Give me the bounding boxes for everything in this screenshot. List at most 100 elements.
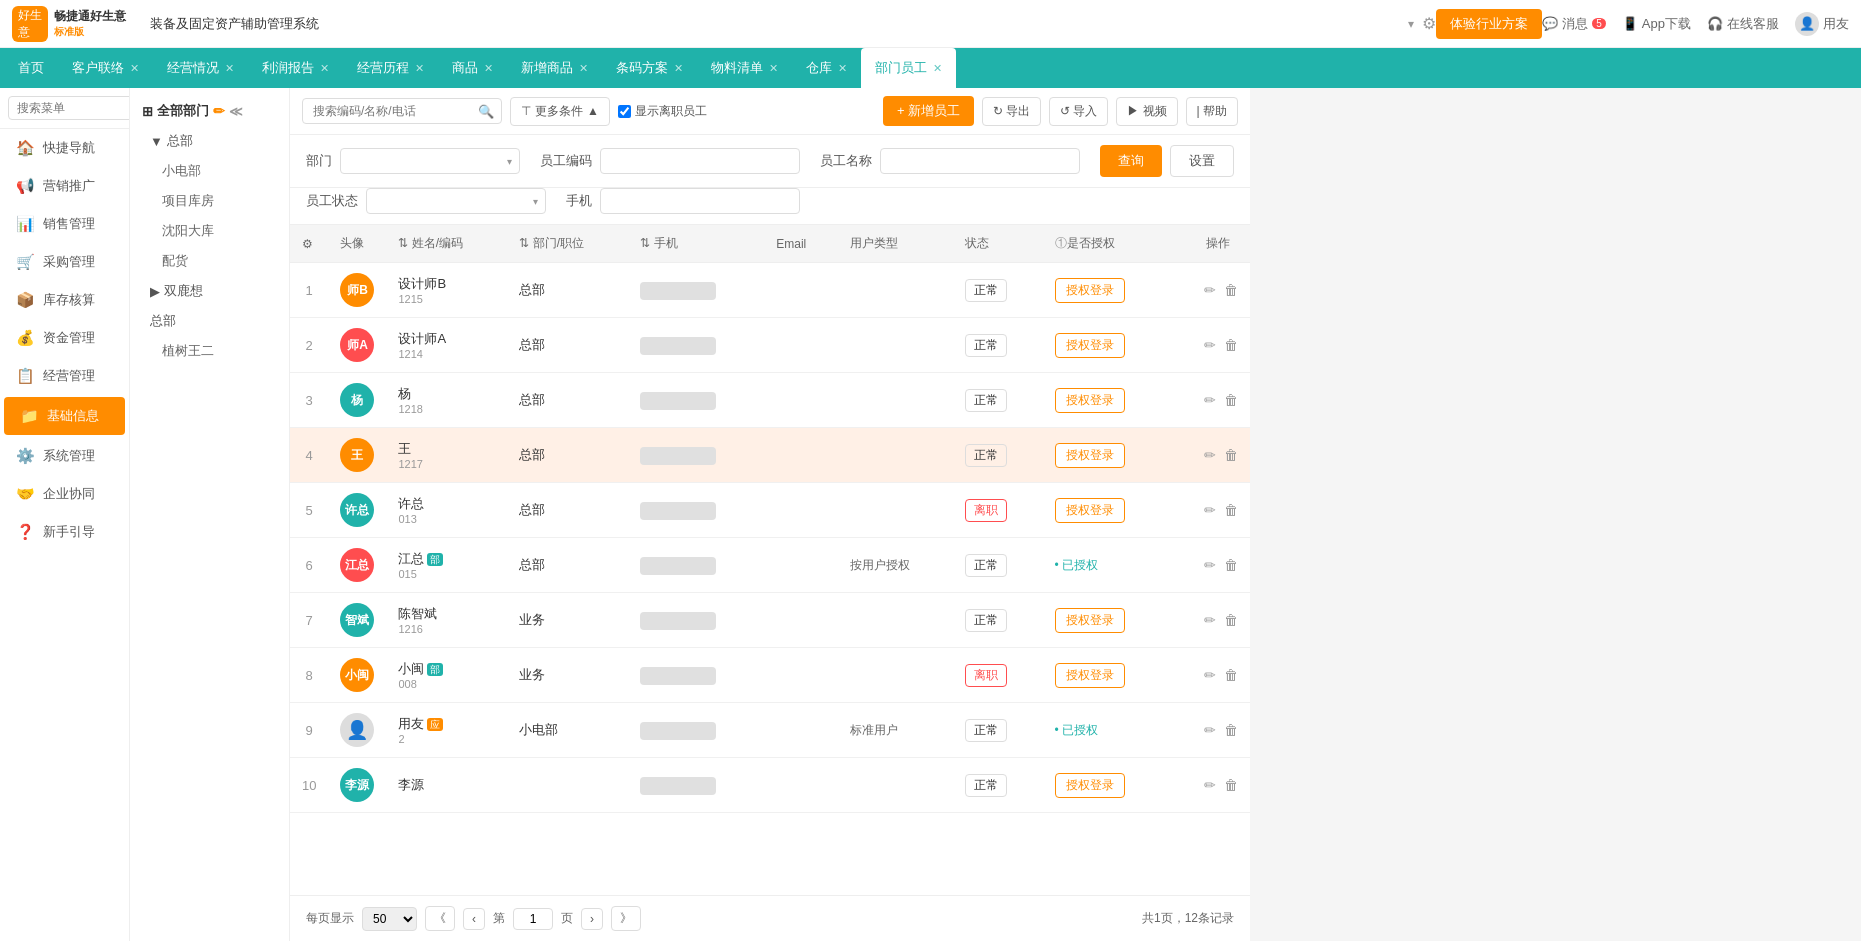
user-menu[interactable]: 👤 用友 [1795, 12, 1849, 36]
app-download-btn[interactable]: 📱 App下载 [1622, 15, 1691, 33]
edit-icon[interactable]: ✏ [1204, 557, 1216, 573]
page-size-select[interactable]: 50 100 200 [362, 907, 417, 931]
last-page-btn[interactable]: 》 [611, 906, 641, 931]
close-icon[interactable]: ✕ [415, 62, 424, 75]
close-icon[interactable]: ✕ [838, 62, 847, 75]
tab-home[interactable]: 首页 [4, 48, 58, 88]
tab-add-product[interactable]: 新增商品 ✕ [507, 48, 602, 88]
edit-icon[interactable]: ✏ [1204, 722, 1216, 738]
export-btn[interactable]: ↻ 导出 [982, 97, 1041, 126]
th-name-code[interactable]: ⇅ 姓名/编码 [386, 225, 507, 263]
auth-btn[interactable]: 授权登录 [1055, 498, 1125, 523]
delete-icon[interactable]: 🗑 [1224, 392, 1238, 408]
page-input[interactable] [513, 908, 553, 930]
edit-icon[interactable]: ✏ [1204, 612, 1216, 628]
name-input[interactable] [880, 148, 1080, 174]
import-btn[interactable]: ↺ 导入 [1049, 97, 1108, 126]
delete-icon[interactable]: 🗑 [1224, 722, 1238, 738]
sidebar-item-purchase[interactable]: 🛒 采购管理 [0, 243, 129, 281]
search-input[interactable] [302, 98, 502, 124]
auth-btn[interactable]: 授权登录 [1055, 773, 1125, 798]
close-icon[interactable]: ✕ [769, 62, 778, 75]
view-btn[interactable]: ▶ 视频 [1116, 97, 1177, 126]
gear-icon[interactable]: ⚙ [1422, 14, 1436, 33]
sidebar-item-system[interactable]: ⚙️ 系统管理 [0, 437, 129, 475]
online-service-btn[interactable]: 🎧 在线客服 [1707, 15, 1779, 33]
delete-icon[interactable]: 🗑 [1224, 667, 1238, 683]
tab-operation[interactable]: 经营情况 ✕ [153, 48, 248, 88]
sidebar-item-basic-info[interactable]: 📁 基础信息 [4, 397, 125, 435]
settings-icon[interactable]: ⚙ [302, 237, 313, 251]
close-icon[interactable]: ✕ [130, 62, 139, 75]
delete-icon[interactable]: 🗑 [1224, 502, 1238, 518]
tab-bom[interactable]: 物料清单 ✕ [697, 48, 792, 88]
edit-icon[interactable]: ✏ [1204, 502, 1216, 518]
help-btn[interactable]: | 帮助 [1186, 97, 1238, 126]
tree-item-project[interactable]: 项目库房 [130, 186, 289, 216]
tab-profit[interactable]: 利润报告 ✕ [248, 48, 343, 88]
th-phone[interactable]: ⇅ 手机 [628, 225, 764, 263]
auth-btn[interactable]: 授权登录 [1055, 443, 1125, 468]
delete-icon[interactable]: 🗑 [1224, 777, 1238, 793]
dept-select[interactable] [340, 148, 520, 174]
edit-icon[interactable]: ✏ [1204, 392, 1216, 408]
collapse-icon[interactable]: ≪ [229, 104, 243, 119]
tab-dept-staff[interactable]: 部门员工 ✕ [861, 48, 956, 88]
add-employee-btn[interactable]: + 新增员工 [883, 96, 974, 126]
sidebar-item-finance[interactable]: 💰 资金管理 [0, 319, 129, 357]
close-icon[interactable]: ✕ [933, 62, 942, 75]
tab-warehouse[interactable]: 仓库 ✕ [792, 48, 861, 88]
sidebar-item-collab[interactable]: 🤝 企业协同 [0, 475, 129, 513]
close-icon[interactable]: ✕ [484, 62, 493, 75]
edit-icon[interactable]: ✏ [1204, 337, 1216, 353]
tree-item-shenyang[interactable]: 沈阳大库 [130, 216, 289, 246]
tree-item-zhishu[interactable]: 植树王二 [130, 336, 289, 366]
sidebar-item-sales[interactable]: 📊 销售管理 [0, 205, 129, 243]
sidebar-search-input[interactable] [8, 96, 130, 120]
tree-item-headquarters[interactable]: 总部 [130, 306, 289, 336]
edit-icon[interactable]: ✏ [213, 103, 225, 119]
show-resigned-checkbox[interactable]: 显示离职员工 [618, 103, 707, 120]
reset-btn[interactable]: 设置 [1170, 145, 1234, 177]
next-page-btn[interactable]: › [581, 908, 603, 930]
sidebar-item-guide[interactable]: ❓ 新手引导 [0, 513, 129, 551]
query-btn[interactable]: 查询 [1100, 145, 1162, 177]
system-dropdown-arrow[interactable]: ▾ [1408, 17, 1414, 31]
delete-icon[interactable]: 🗑 [1224, 337, 1238, 353]
auth-btn[interactable]: 授权登录 [1055, 663, 1125, 688]
close-icon[interactable]: ✕ [674, 62, 683, 75]
edit-icon[interactable]: ✏ [1204, 447, 1216, 463]
tree-item-headquarters-group[interactable]: ▼ 总部 [130, 126, 289, 156]
sidebar-item-quick-nav[interactable]: 🏠 快捷导航 [0, 129, 129, 167]
tree-item-shuanglu[interactable]: ▶ 双鹿想 [130, 276, 289, 306]
edit-icon[interactable]: ✏ [1204, 667, 1216, 683]
tab-products[interactable]: 商品 ✕ [438, 48, 507, 88]
auth-btn[interactable]: 授权登录 [1055, 333, 1125, 358]
close-icon[interactable]: ✕ [225, 62, 234, 75]
auth-btn[interactable]: 授权登录 [1055, 388, 1125, 413]
close-icon[interactable]: ✕ [320, 62, 329, 75]
sidebar-item-inventory[interactable]: 📦 库存核算 [0, 281, 129, 319]
phone-input[interactable] [600, 188, 800, 214]
try-btn[interactable]: 体验行业方案 [1436, 9, 1542, 39]
edit-icon[interactable]: ✏ [1204, 777, 1216, 793]
tab-customer[interactable]: 客户联络 ✕ [58, 48, 153, 88]
delete-icon[interactable]: 🗑 [1224, 612, 1238, 628]
tree-item-xiaodian[interactable]: 小电部 [130, 156, 289, 186]
sidebar-item-business[interactable]: 📋 经营管理 [0, 357, 129, 395]
prev-page-btn[interactable]: ‹ [463, 908, 485, 930]
tab-history[interactable]: 经营历程 ✕ [343, 48, 438, 88]
more-filters-btn[interactable]: ⊤ 更多条件 ▲ [510, 97, 610, 126]
tab-barcode[interactable]: 条码方案 ✕ [602, 48, 697, 88]
th-dept-position[interactable]: ⇅ 部门/职位 [507, 225, 628, 263]
delete-icon[interactable]: 🗑 [1224, 557, 1238, 573]
first-page-btn[interactable]: 《 [425, 906, 455, 931]
status-select[interactable] [366, 188, 546, 214]
sidebar-item-marketing[interactable]: 📢 营销推广 [0, 167, 129, 205]
message-btn[interactable]: 💬 消息 5 [1542, 15, 1606, 33]
code-input[interactable] [600, 148, 800, 174]
edit-icon[interactable]: ✏ [1204, 282, 1216, 298]
auth-btn[interactable]: 授权登录 [1055, 278, 1125, 303]
auth-btn[interactable]: 授权登录 [1055, 608, 1125, 633]
tree-item-distribution[interactable]: 配货 [130, 246, 289, 276]
